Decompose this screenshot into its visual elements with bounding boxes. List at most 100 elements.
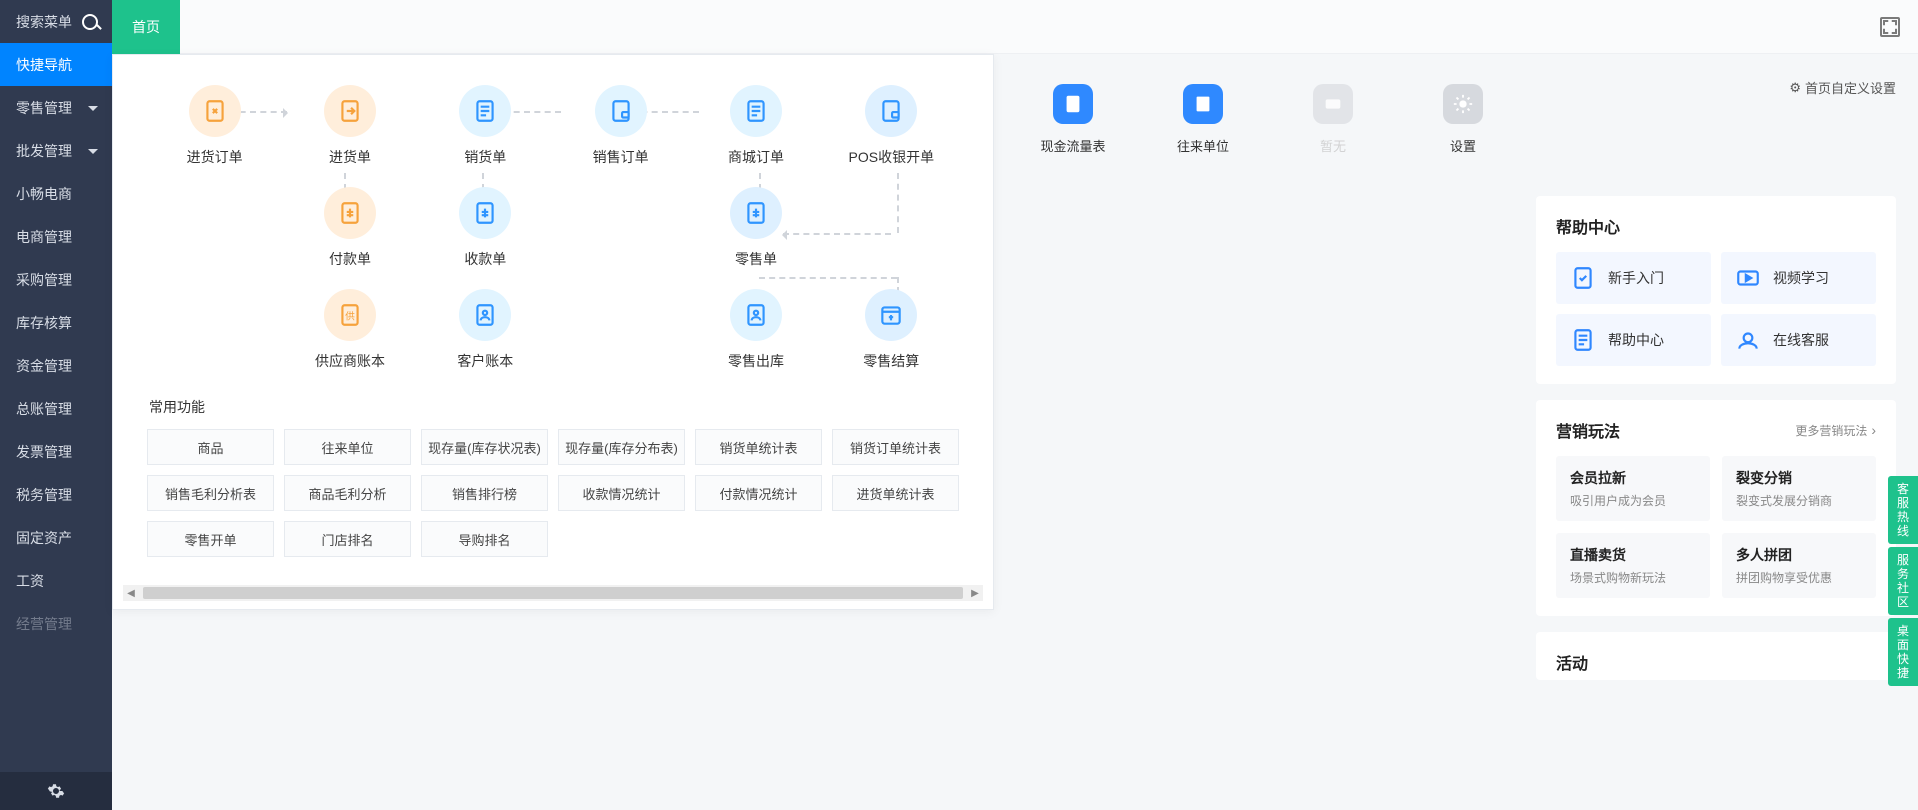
video-icon <box>1735 265 1761 291</box>
node-payment[interactable]: 付款单 <box>324 187 376 269</box>
sidebar-item-ledger[interactable]: 总账管理 <box>0 387 112 430</box>
sidebar-item-asset[interactable]: 固定资产 <box>0 516 112 559</box>
scroll-left-icon[interactable]: ◀ <box>123 585 139 601</box>
mkt-member[interactable]: 会员拉新 吸引用户成为会员 <box>1556 456 1710 521</box>
tab-label: 首页 <box>132 19 160 35</box>
homepage-custom-settings[interactable]: ⚙ 首页自定义设置 <box>1789 78 1896 97</box>
sidebar-item-label: 税务管理 <box>16 485 72 505</box>
flow-row-3: 供 供应商账本 客户账本 零售出库 零售结算 <box>147 289 959 391</box>
fbtn-rank[interactable]: 销售排行榜 <box>421 475 548 511</box>
fbtn-gross1[interactable]: 销售毛利分析表 <box>147 475 274 511</box>
sidebar-item-more[interactable]: 经营管理 <box>0 602 112 645</box>
flow-label: 供应商账本 <box>315 351 385 371</box>
fbtn-stock2[interactable]: 现存量(库存分布表) <box>558 429 685 465</box>
sidebar-item-quicknav[interactable]: 快捷导航 <box>0 43 112 86</box>
node-sales[interactable]: 销货单 <box>459 85 511 167</box>
mkt-title: 会员拉新 <box>1570 468 1696 488</box>
fbtn-store-rank[interactable]: 门店排名 <box>284 521 411 557</box>
node-retail-settle[interactable]: 零售结算 <box>863 289 919 371</box>
sidebar-item-tax[interactable]: 税务管理 <box>0 473 112 516</box>
flow-label: 零售结算 <box>863 351 919 371</box>
fbtn-payment-stat[interactable]: 付款情况统计 <box>695 475 822 511</box>
calendar-money-icon <box>865 289 917 341</box>
help-service[interactable]: 在线客服 <box>1721 314 1876 366</box>
common-functions-title: 常用功能 <box>149 397 959 417</box>
node-receipt[interactable]: 收款单 <box>459 187 511 269</box>
node-purchase-order[interactable]: 进货订单 <box>187 85 243 167</box>
card-title-text: 营销玩法 <box>1556 418 1620 442</box>
scroll-right-icon[interactable]: ▶ <box>967 585 983 601</box>
sidebar-item-wholesale[interactable]: 批发管理 <box>0 129 112 172</box>
node-customer-ledger[interactable]: 客户账本 <box>457 289 513 371</box>
activity-card: 活动 <box>1536 632 1896 680</box>
flow-label: 销货单 <box>464 147 506 167</box>
sidebar-item-ecom1[interactable]: 小畅电商 <box>0 172 112 215</box>
node-purchase[interactable]: 进货单 <box>324 85 376 167</box>
flow-label: 客户账本 <box>457 351 513 371</box>
quick-unit[interactable]: 往来单位 <box>1168 84 1238 204</box>
card-title-text: 帮助中心 <box>1556 214 1620 238</box>
sidebar-item-label: 小畅电商 <box>16 184 72 204</box>
sidebar-search[interactable]: 搜索菜单 <box>0 0 112 43</box>
sidebar-item-invoice[interactable]: 发票管理 <box>0 430 112 473</box>
node-retail-out[interactable]: 零售出库 <box>728 289 784 371</box>
float-tab-hotline[interactable]: 客服热线 <box>1888 476 1918 544</box>
fbtn-salesorder-stat[interactable]: 销货订单统计表 <box>832 429 959 465</box>
quick-cashflow[interactable]: 现金流量表 <box>1038 84 1108 204</box>
placeholder-icon <box>1313 84 1353 124</box>
mkt-group[interactable]: 多人拼团 拼团购物享受优惠 <box>1722 533 1876 598</box>
help-video[interactable]: 视频学习 <box>1721 252 1876 304</box>
sidebar-item-ecom2[interactable]: 电商管理 <box>0 215 112 258</box>
horizontal-scrollbar[interactable]: ◀ ▶ <box>123 585 983 601</box>
building-icon <box>1183 84 1223 124</box>
sidebar-item-retail[interactable]: 零售管理 <box>0 86 112 129</box>
marketing-more-link[interactable]: 更多营销玩法 <box>1795 422 1876 439</box>
fbtn-product[interactable]: 商品 <box>147 429 274 465</box>
mkt-title: 多人拼团 <box>1736 545 1862 565</box>
sidebar-item-finance[interactable]: 资金管理 <box>0 344 112 387</box>
sidebar-item-purchase[interactable]: 采购管理 <box>0 258 112 301</box>
marketing-title: 营销玩法 更多营销玩法 <box>1556 418 1876 442</box>
fbtn-receipt-stat[interactable]: 收款情况统计 <box>558 475 685 511</box>
fbtn-unit[interactable]: 往来单位 <box>284 429 411 465</box>
scroll-thumb[interactable] <box>143 587 963 599</box>
quick-empty[interactable]: 暂无 <box>1298 84 1368 204</box>
help-newbie[interactable]: 新手入门 <box>1556 252 1711 304</box>
help-label: 在线客服 <box>1773 330 1829 350</box>
quick-label: 设置 <box>1450 136 1476 155</box>
sidebar-item-label: 采购管理 <box>16 270 72 290</box>
common-functions-grid: 商品 往来单位 现存量(库存状况表) 现存量(库存分布表) 销货单统计表 销货订… <box>147 429 959 557</box>
sidebar-settings[interactable] <box>0 772 112 810</box>
tab-home[interactable]: 首页 <box>112 0 180 54</box>
fbtn-stock1[interactable]: 现存量(库存状况表) <box>421 429 548 465</box>
quick-label: 现金流量表 <box>1040 136 1105 155</box>
fbtn-sales-stat[interactable]: 销货单统计表 <box>695 429 822 465</box>
mkt-sub: 拼团购物享受优惠 <box>1736 569 1862 586</box>
sidebar-item-label: 快捷导航 <box>16 55 72 75</box>
node-sales-order[interactable]: 销售订单 <box>593 85 649 167</box>
mkt-fission[interactable]: 裂变分销 裂变式发展分销商 <box>1722 456 1876 521</box>
fbtn-purchase-stat[interactable]: 进货单统计表 <box>832 475 959 511</box>
float-tab-community[interactable]: 服务社区 <box>1888 547 1918 615</box>
mkt-live[interactable]: 直播卖货 场景式购物新玩法 <box>1556 533 1710 598</box>
fullscreen-icon[interactable] <box>1880 17 1900 37</box>
sidebar-item-label: 库存核算 <box>16 313 72 333</box>
node-retail[interactable]: 零售单 <box>730 187 782 269</box>
help-center[interactable]: 帮助中心 <box>1556 314 1711 366</box>
flow-row-1: 进货订单 进货单 销货单 销售订单 商城订单 <box>147 85 959 187</box>
fbtn-gross2[interactable]: 商品毛利分析 <box>284 475 411 511</box>
sidebar: 搜索菜单 快捷导航 零售管理 批发管理 小畅电商 电商管理 采购管理 库存核算 … <box>0 0 112 810</box>
gear-square-icon <box>1443 84 1483 124</box>
doc-out-icon <box>324 85 376 137</box>
money-icon <box>324 187 376 239</box>
fbtn-guide-rank[interactable]: 导购排名 <box>421 521 548 557</box>
fbtn-retail-open[interactable]: 零售开单 <box>147 521 274 557</box>
node-mall-order[interactable]: 商城订单 <box>728 85 784 167</box>
node-supplier-ledger[interactable]: 供 供应商账本 <box>315 289 385 371</box>
quick-settings[interactable]: 设置 <box>1428 84 1498 204</box>
right-column: 帮助中心 新手入门 视频学习 帮助中心 在线客服 <box>1536 196 1896 680</box>
sidebar-item-inventory[interactable]: 库存核算 <box>0 301 112 344</box>
sidebar-item-salary[interactable]: 工资 <box>0 559 112 602</box>
node-pos[interactable]: POS收银开单 <box>849 85 935 167</box>
float-tab-shortcut[interactable]: 桌面快捷 <box>1888 618 1918 686</box>
